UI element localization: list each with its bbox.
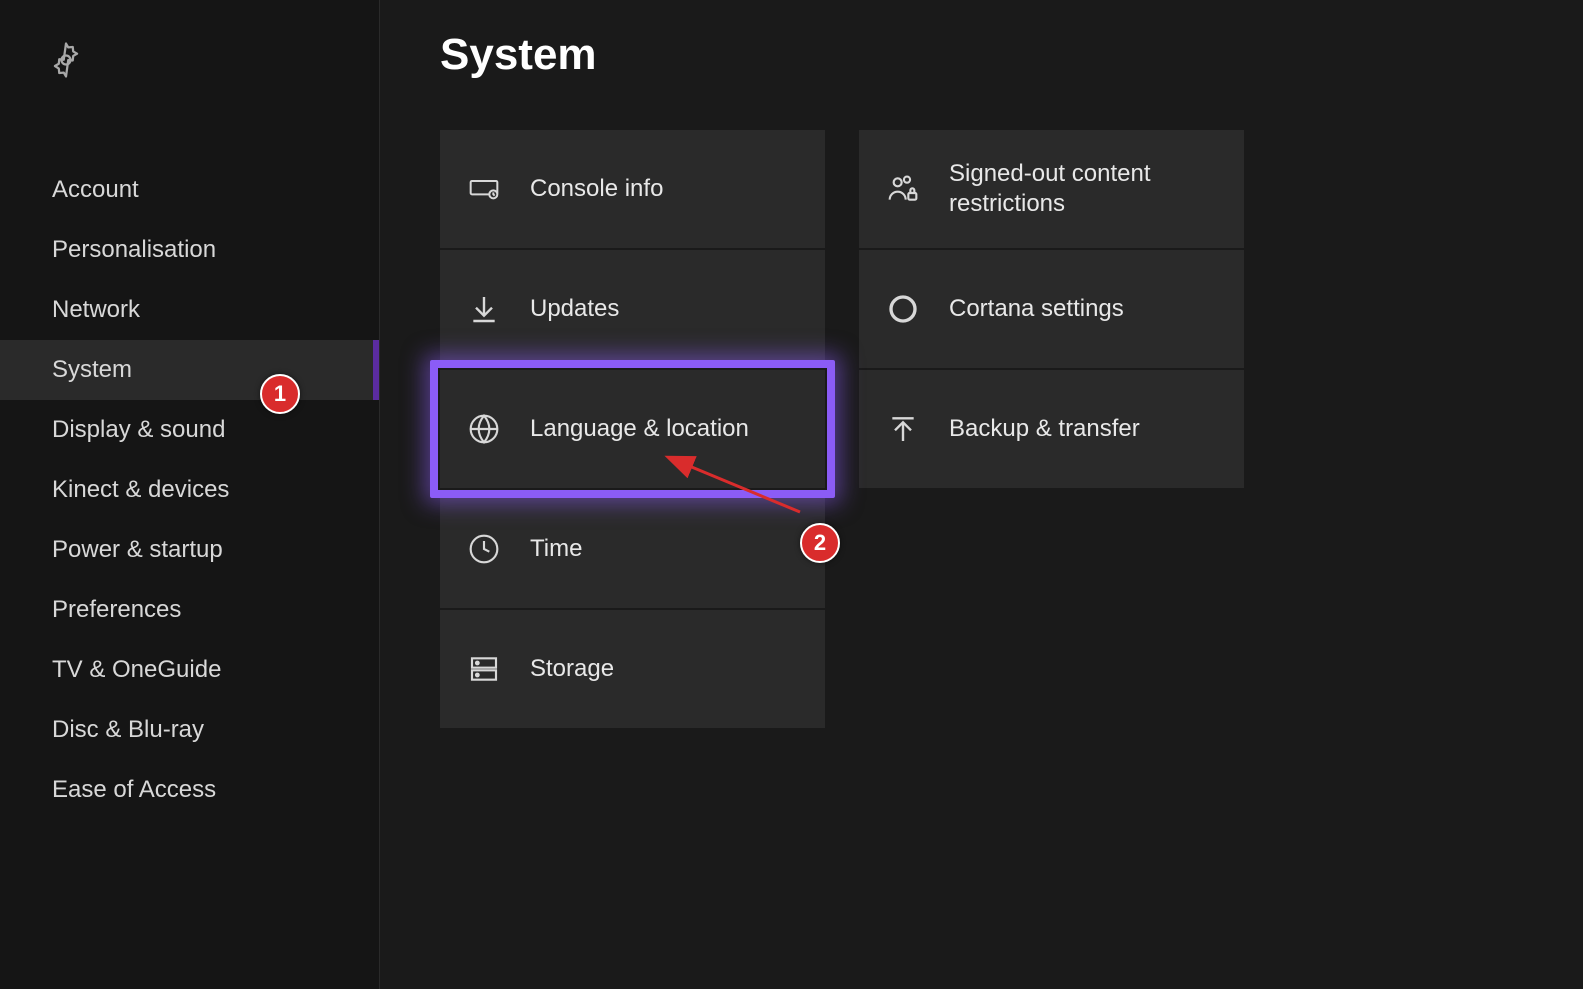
card-label: Signed-out content restrictions: [949, 159, 1216, 219]
card-label: Time: [530, 534, 582, 564]
card-signed-out-restrictions[interactable]: Signed-out content restrictions: [859, 130, 1244, 248]
sidebar-item-tv-oneguide[interactable]: TV & OneGuide: [0, 640, 379, 700]
download-icon: [468, 293, 500, 325]
sidebar-nav-list: Account Personalisation Network System D…: [0, 135, 379, 820]
card-label: Backup & transfer: [949, 414, 1140, 444]
page-title: System: [440, 30, 1523, 80]
sidebar-item-personalisation[interactable]: Personalisation: [0, 220, 379, 280]
sidebar-item-kinect-devices[interactable]: Kinect & devices: [0, 460, 379, 520]
sidebar-item-label: Disc & Blu-ray: [52, 716, 204, 744]
settings-header: [0, 0, 379, 135]
console-info-icon: [468, 173, 500, 205]
sidebar-item-label: Ease of Access: [52, 776, 216, 804]
sidebar-item-account[interactable]: Account: [0, 160, 379, 220]
cards-column-1: Console info Updates Language & location: [440, 130, 825, 728]
sidebar-item-preferences[interactable]: Preferences: [0, 580, 379, 640]
people-lock-icon: [887, 173, 919, 205]
sidebar-item-label: Display & sound: [52, 416, 225, 444]
sidebar-item-disc-bluray[interactable]: Disc & Blu-ray: [0, 700, 379, 760]
card-label: Cortana settings: [949, 294, 1124, 324]
sidebar-item-label: Account: [52, 176, 139, 204]
card-updates[interactable]: Updates: [440, 250, 825, 368]
globe-icon: [468, 413, 500, 445]
cortana-icon: [887, 293, 919, 325]
settings-cards-container: Console info Updates Language & location: [440, 130, 1523, 728]
card-label: Language & location: [530, 414, 749, 444]
card-label: Storage: [530, 654, 614, 684]
card-language-location[interactable]: Language & location: [440, 370, 825, 488]
card-label: Console info: [530, 174, 663, 204]
main-content: System Console info Updates: [380, 0, 1583, 989]
gear-icon: [48, 42, 84, 78]
sidebar-item-label: TV & OneGuide: [52, 656, 221, 684]
sidebar-item-power-startup[interactable]: Power & startup: [0, 520, 379, 580]
card-label: Updates: [530, 294, 619, 324]
sidebar-item-system[interactable]: System: [0, 340, 379, 400]
sidebar-item-network[interactable]: Network: [0, 280, 379, 340]
cards-column-2: Signed-out content restrictions Cortana …: [859, 130, 1244, 728]
card-storage[interactable]: Storage: [440, 610, 825, 728]
storage-icon: [468, 653, 500, 685]
sidebar-item-label: Preferences: [52, 596, 181, 624]
sidebar-item-display-sound[interactable]: Display & sound: [0, 400, 379, 460]
clock-icon: [468, 533, 500, 565]
sidebar-item-label: Power & startup: [52, 536, 223, 564]
sidebar-item-label: Network: [52, 296, 140, 324]
card-console-info[interactable]: Console info: [440, 130, 825, 248]
card-cortana-settings[interactable]: Cortana settings: [859, 250, 1244, 368]
settings-sidebar: Account Personalisation Network System D…: [0, 0, 380, 989]
sidebar-item-label: Kinect & devices: [52, 476, 229, 504]
upload-icon: [887, 413, 919, 445]
card-backup-transfer[interactable]: Backup & transfer: [859, 370, 1244, 488]
sidebar-item-label: Personalisation: [52, 236, 216, 264]
card-time[interactable]: Time: [440, 490, 825, 608]
sidebar-item-ease-of-access[interactable]: Ease of Access: [0, 760, 379, 820]
sidebar-item-label: System: [52, 356, 132, 384]
